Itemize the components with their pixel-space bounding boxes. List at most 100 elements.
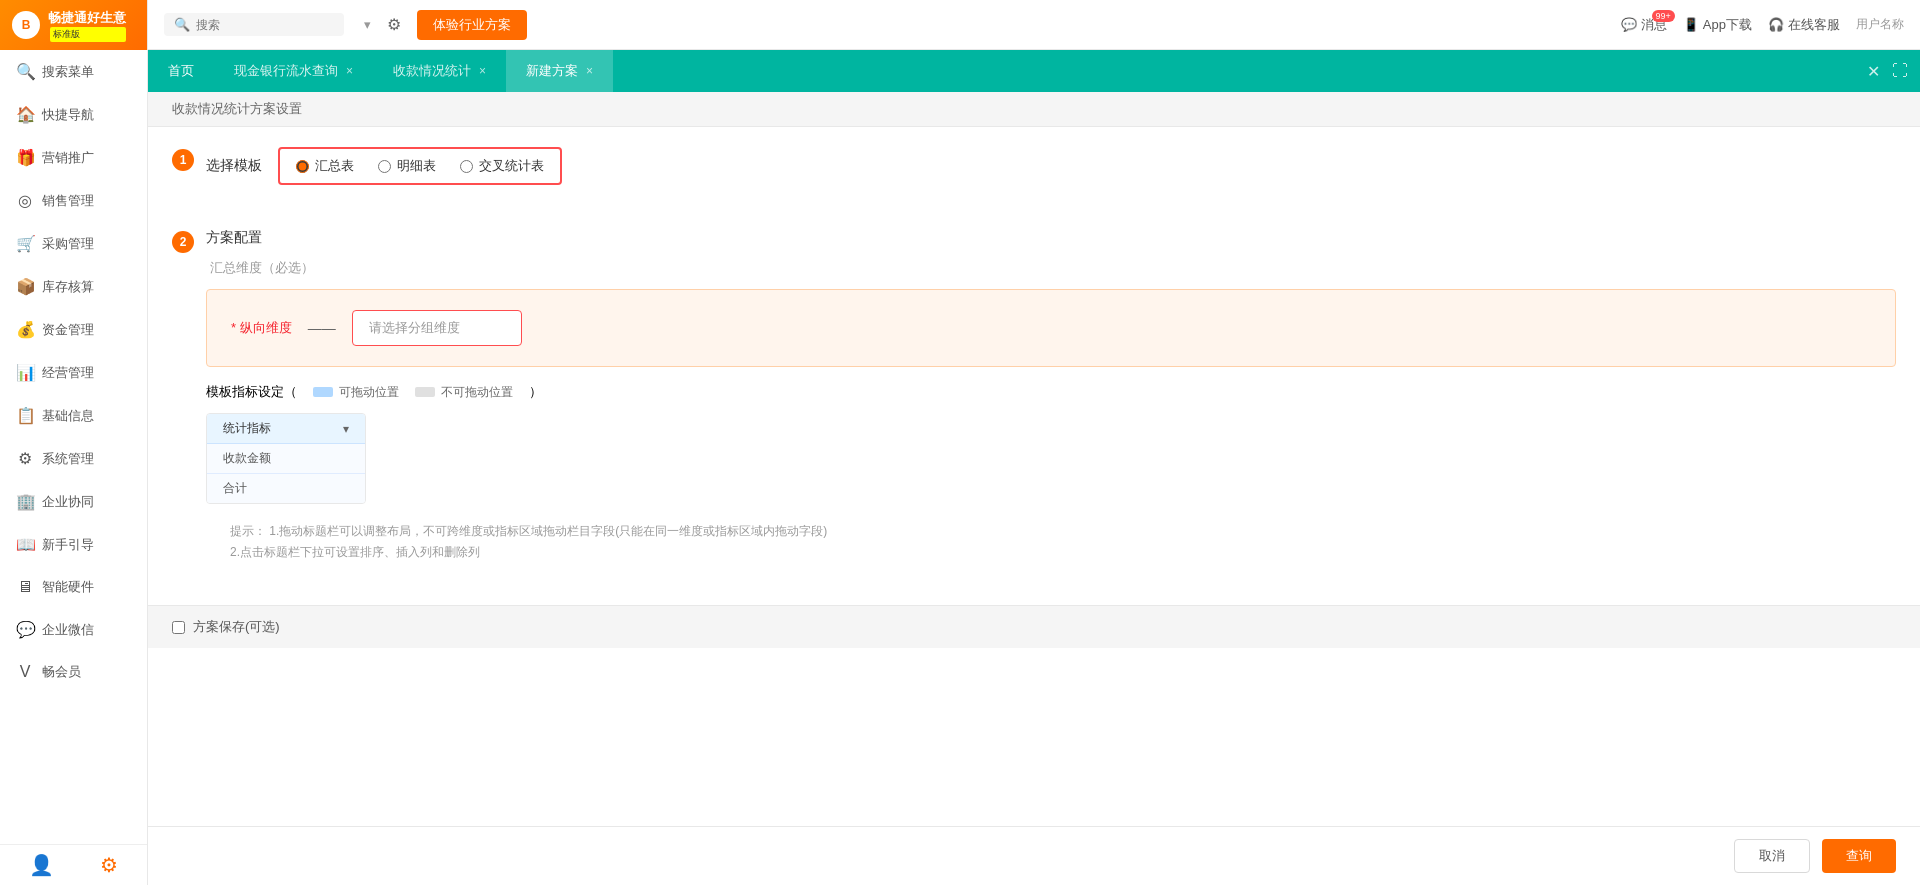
sidebar-item-enterprise[interactable]: 🏢 企业协同 bbox=[0, 480, 147, 523]
save-plan-checkbox[interactable] bbox=[172, 621, 185, 634]
dimension-row: * 纵向维度 —— 请选择分组维度 bbox=[231, 310, 1871, 346]
page-title: 收款情况统计方案设置 bbox=[172, 101, 302, 116]
dimension-area: * 纵向维度 —— 请选择分组维度 bbox=[206, 289, 1896, 367]
sidebar-item-label: 企业协同 bbox=[42, 493, 94, 511]
option-detail-label: 明细表 bbox=[397, 157, 436, 175]
logo-text: 畅捷通好生意 bbox=[48, 9, 126, 27]
sidebar-item-hardware[interactable]: 🖥 智能硬件 bbox=[0, 566, 147, 608]
search-input[interactable] bbox=[196, 18, 316, 32]
save-plan-label: 方案保存(可选) bbox=[193, 618, 280, 636]
option-summary[interactable]: 汇总表 bbox=[296, 157, 354, 175]
tab-bank-flow[interactable]: 现金银行流水查询 × bbox=[214, 50, 373, 92]
sidebar-item-label: 销售管理 bbox=[42, 192, 94, 210]
legend-fixed: 不可拖动位置 bbox=[415, 384, 513, 401]
message-button[interactable]: 💬 消息 99+ bbox=[1621, 16, 1667, 34]
sidebar-item-label: 库存核算 bbox=[42, 278, 94, 296]
content-card: 收款情况统计方案设置 1 选择模板 汇总表 bbox=[148, 92, 1920, 826]
indicators-label: 模板指标设定（ bbox=[206, 383, 297, 401]
search-menu-icon: 🔍 bbox=[16, 62, 34, 81]
radio-cross[interactable] bbox=[460, 160, 473, 173]
sidebar-item-label: 新手引导 bbox=[42, 536, 94, 554]
tab-close-new-plan[interactable]: × bbox=[586, 64, 593, 78]
sidebar-item-member[interactable]: V 畅会员 bbox=[0, 651, 147, 693]
enterprise-icon: 🏢 bbox=[16, 492, 34, 511]
search-box: 🔍 bbox=[164, 13, 344, 36]
template-options: 汇总表 明细表 交叉统计表 bbox=[278, 147, 562, 185]
step2: 2 方案配置 汇总维度（必选） * 纵向维度 —— bbox=[172, 229, 1896, 581]
sidebar-item-marketing[interactable]: 🎁 营销推广 bbox=[0, 136, 147, 179]
message-icon: 💬 bbox=[1621, 17, 1637, 32]
sidebar-item-system[interactable]: ⚙ 系统管理 bbox=[0, 437, 147, 480]
trial-industry-button[interactable]: 体验行业方案 bbox=[417, 10, 527, 40]
sidebar-bottom: 👤 ⚙ bbox=[0, 844, 147, 885]
footer-section: 方案保存(可选) bbox=[148, 605, 1920, 648]
sidebar-item-search-menu[interactable]: 🔍 搜索菜单 bbox=[0, 50, 147, 93]
step1-content: 选择模板 汇总表 明细表 bbox=[206, 147, 1896, 185]
user-name-label[interactable]: 用户名称 bbox=[1856, 16, 1904, 33]
step1-badge: 1 bbox=[172, 149, 194, 171]
bottom-action-bar: 取消 查询 bbox=[148, 826, 1920, 885]
fixed-indicator bbox=[415, 387, 435, 397]
sidebar-item-label: 系统管理 bbox=[42, 450, 94, 468]
dropdown-chevron-icon[interactable]: ▾ bbox=[364, 17, 371, 32]
sidebar-item-wechat[interactable]: 💬 企业微信 bbox=[0, 608, 147, 651]
content-area: 收款情况统计方案设置 1 选择模板 汇总表 bbox=[148, 92, 1920, 885]
sidebar-item-finance[interactable]: 💰 资金管理 bbox=[0, 308, 147, 351]
sidebar-logo: B 畅捷通好生意 标准版 bbox=[0, 0, 147, 50]
step2-section: 2 方案配置 汇总维度（必选） * 纵向维度 —— bbox=[148, 209, 1920, 581]
sidebar-item-basic-info[interactable]: 📋 基础信息 bbox=[0, 394, 147, 437]
operations-icon: 📊 bbox=[16, 363, 34, 382]
sidebar-settings-icon[interactable]: ⚙ bbox=[100, 853, 118, 877]
basic-info-icon: 📋 bbox=[16, 406, 34, 425]
query-button[interactable]: 查询 bbox=[1822, 839, 1896, 873]
expand-window-icon[interactable]: ⛶ bbox=[1892, 62, 1908, 80]
sidebar-nav: 🔍 搜索菜单 🏠 快捷导航 🎁 营销推广 ◎ 销售管理 🛒 采购管理 📦 库存核… bbox=[0, 50, 147, 844]
tab-new-plan[interactable]: 新建方案 × bbox=[506, 50, 613, 92]
purchase-icon: 🛒 bbox=[16, 234, 34, 253]
stats-table-row-amount: 收款金额 bbox=[207, 444, 365, 473]
tab-collection-stats[interactable]: 收款情况统计 × bbox=[373, 50, 506, 92]
home-icon: 🏠 bbox=[16, 105, 34, 124]
indicators-legend: 模板指标设定（ 可拖动位置 不可拖动位置 ） bbox=[206, 383, 1896, 401]
tab-close-collection-stats[interactable]: × bbox=[479, 64, 486, 78]
tab-home[interactable]: 首页 bbox=[148, 50, 214, 92]
sidebar-item-quick-nav[interactable]: 🏠 快捷导航 bbox=[0, 93, 147, 136]
app-download-button[interactable]: 📱 App下载 bbox=[1683, 16, 1752, 34]
radio-detail[interactable] bbox=[378, 160, 391, 173]
search-icon: 🔍 bbox=[174, 17, 190, 32]
indicators-section: 模板指标设定（ 可拖动位置 不可拖动位置 ） bbox=[206, 383, 1896, 507]
sidebar-item-label: 营销推广 bbox=[42, 149, 94, 167]
sidebar-item-label: 资金管理 bbox=[42, 321, 94, 339]
logo-badge: 标准版 bbox=[50, 27, 126, 42]
wechat-icon: 💬 bbox=[16, 620, 34, 639]
settings-gear-icon[interactable]: ⚙ bbox=[387, 15, 401, 34]
option-cross-label: 交叉统计表 bbox=[479, 157, 544, 175]
option-detail[interactable]: 明细表 bbox=[378, 157, 436, 175]
option-summary-label: 汇总表 bbox=[315, 157, 354, 175]
cancel-button[interactable]: 取消 bbox=[1734, 839, 1810, 873]
sidebar-item-sales[interactable]: ◎ 销售管理 bbox=[0, 179, 147, 222]
sidebar-person-icon[interactable]: 👤 bbox=[29, 853, 54, 877]
legend-draggable: 可拖动位置 bbox=[313, 384, 399, 401]
member-icon: V bbox=[16, 663, 34, 681]
option-cross[interactable]: 交叉统计表 bbox=[460, 157, 544, 175]
sidebar-item-purchase[interactable]: 🛒 采购管理 bbox=[0, 222, 147, 265]
sidebar-item-operations[interactable]: 📊 经营管理 bbox=[0, 351, 147, 394]
message-badge: 99+ bbox=[1652, 10, 1675, 22]
tab-close-bank-flow[interactable]: × bbox=[346, 64, 353, 78]
step1: 1 选择模板 汇总表 明细表 bbox=[172, 147, 1896, 185]
sidebar-item-inventory[interactable]: 📦 库存核算 bbox=[0, 265, 147, 308]
main-area: 🔍 ▾ ⚙ 体验行业方案 💬 消息 99+ 📱 App下载 🎧 在线客服 用户名… bbox=[148, 0, 1920, 885]
close-window-icon[interactable]: ✕ bbox=[1867, 62, 1880, 81]
tip-2: 2.点击标题栏下拉可设置排序、插入列和删除列 bbox=[230, 544, 1872, 561]
stats-header-dropdown-icon[interactable]: ▾ bbox=[343, 422, 349, 436]
step2-content: 方案配置 汇总维度（必选） * 纵向维度 —— bbox=[206, 229, 1896, 581]
hardware-icon: 🖥 bbox=[16, 578, 34, 596]
online-service-button[interactable]: 🎧 在线客服 bbox=[1768, 16, 1840, 34]
dimension-selector[interactable]: 请选择分组维度 bbox=[352, 310, 522, 346]
sidebar-item-guide[interactable]: 📖 新手引导 bbox=[0, 523, 147, 566]
app-icon: 📱 bbox=[1683, 17, 1699, 32]
tips-section: 提示： 1.拖动标题栏可以调整布局，不可跨维度或指标区域拖动栏目字段(只能在同一… bbox=[206, 507, 1896, 581]
sidebar-item-label: 畅会员 bbox=[42, 663, 81, 681]
radio-summary[interactable] bbox=[296, 160, 309, 173]
